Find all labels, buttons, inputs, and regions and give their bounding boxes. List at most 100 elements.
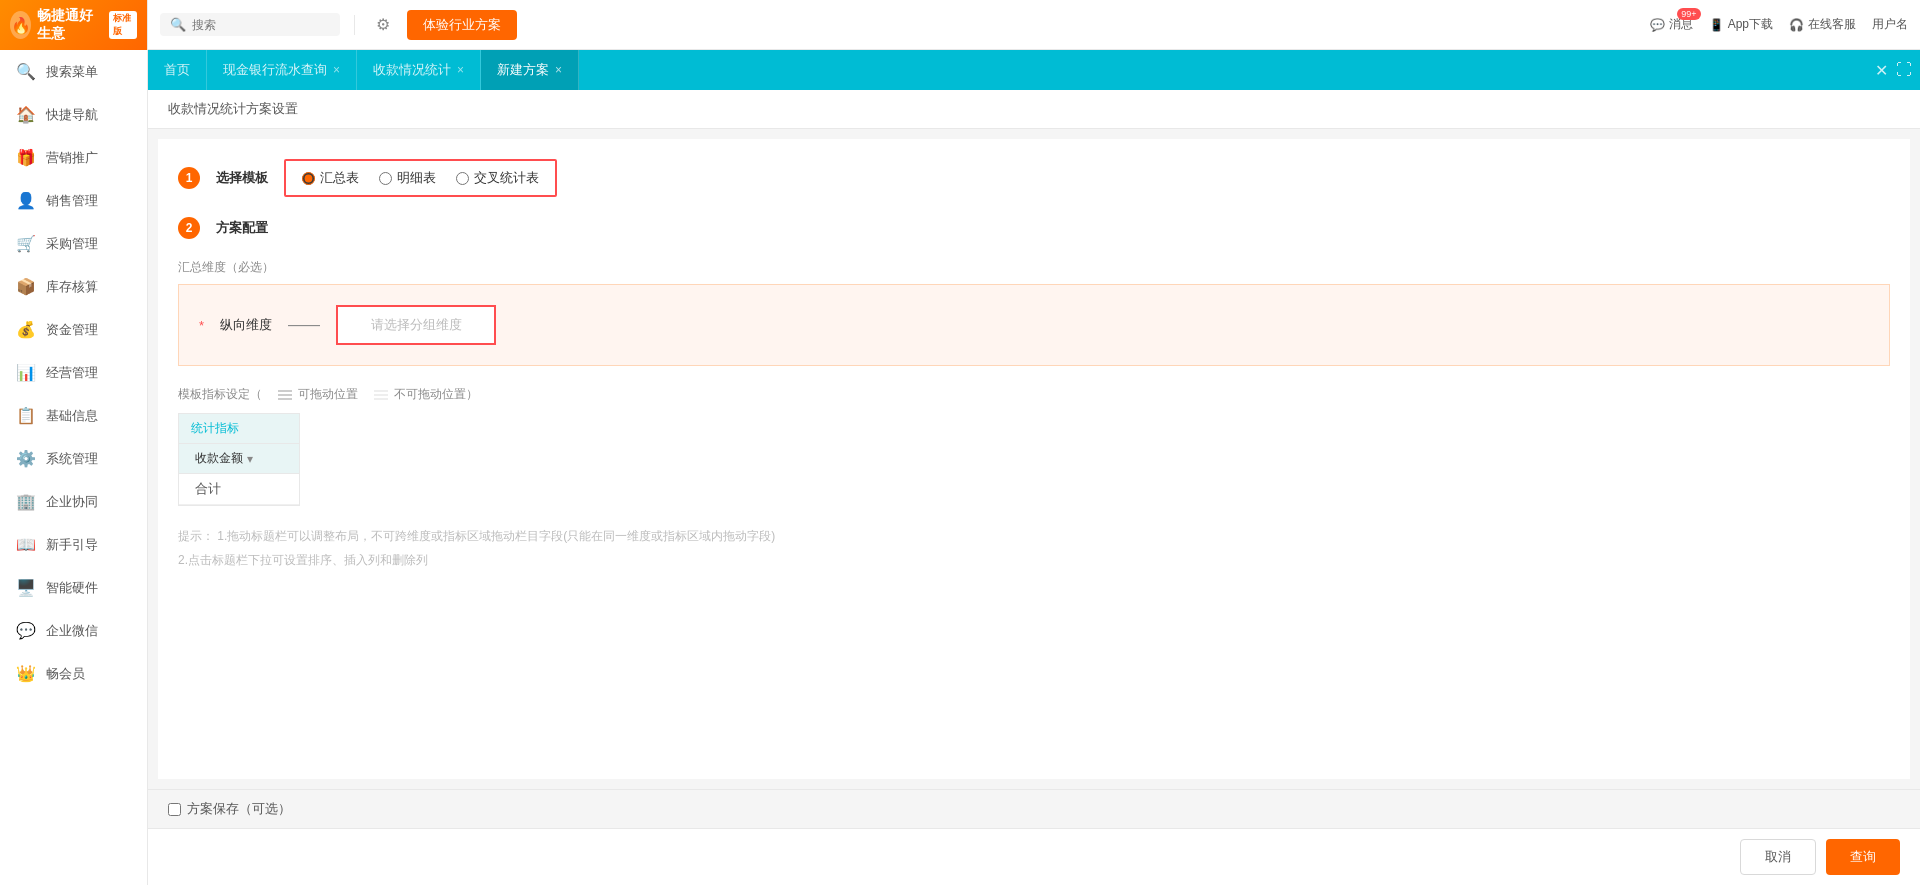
sidebar-item-finance[interactable]: 💰资金管理 (0, 308, 147, 351)
cancel-button[interactable]: 取消 (1740, 839, 1816, 875)
draggable-label: 可拖动位置 (298, 386, 358, 403)
nav-icon-enterprise: 🏢 (16, 492, 36, 511)
divider-1 (354, 15, 355, 35)
download-label: App下载 (1728, 16, 1773, 33)
sidebar-label-marketing: 营销推广 (46, 149, 98, 167)
template-options: 汇总表 明细表 交叉统计表 (284, 159, 557, 197)
industry-btn[interactable]: 体验行业方案 (407, 10, 517, 40)
tabbar: 首页 现金银行流水查询 × 收款情况统计 × 新建方案 × ✕ ⛶ (148, 50, 1920, 90)
radio-summary[interactable]: 汇总表 (302, 169, 359, 187)
tabbar-actions: ✕ ⛶ (1867, 50, 1920, 90)
tab-new-plan-close[interactable]: × (555, 63, 562, 77)
sidebar-item-purchase[interactable]: 🛒采购管理 (0, 222, 147, 265)
sidebar-item-sales[interactable]: 👤销售管理 (0, 179, 147, 222)
nav-icon-system: ⚙️ (16, 449, 36, 468)
dim-select-box[interactable]: 请选择分组维度 (336, 305, 496, 345)
query-button[interactable]: 查询 (1826, 839, 1900, 875)
sidebar-nav: 🔍搜索菜单🏠快捷导航 🎁 营销推广 👤销售管理🛒采购管理📦库存核算💰资金管理 📊 经营管理… (0, 50, 147, 885)
radio-summary-label: 汇总表 (320, 169, 359, 187)
radio-detail-input[interactable] (379, 172, 392, 185)
close-window-btn[interactable]: ✕ (1875, 61, 1888, 80)
settings-button[interactable]: ⚙ (369, 11, 397, 39)
radio-cross-label: 交叉统计表 (474, 169, 539, 187)
radio-detail-label: 明细表 (397, 169, 436, 187)
sidebar-item-guide[interactable]: 📖新手引导 (0, 523, 147, 566)
expand-window-btn[interactable]: ⛶ (1896, 61, 1912, 79)
search-icon: 🔍 (170, 17, 186, 32)
sidebar-label-enterprise: 企业协同 (46, 493, 98, 511)
sidebar-label-search: 搜索菜单 (46, 63, 98, 81)
tab-receivable-label: 收款情况统计 (373, 61, 451, 79)
support-item[interactable]: 🎧 在线客服 (1789, 16, 1856, 33)
sidebar-item-operation[interactable]: 📊 经营管理 (0, 351, 147, 394)
edition-badge: 标准版 (109, 11, 137, 39)
non-draggable-label: 不可拖动位置） (394, 386, 478, 403)
nav-icon-purchase: 🛒 (16, 234, 36, 253)
step1-badge: 1 (178, 167, 200, 189)
sidebar-label-guide: 新手引导 (46, 536, 98, 554)
user-name: 用户名 (1872, 16, 1908, 33)
tab-new-plan[interactable]: 新建方案 × (481, 50, 579, 90)
nav-icon-hardware: 🖥️ (16, 578, 36, 597)
metrics-col-amount[interactable]: 收款金额 ▾ (179, 444, 299, 473)
sidebar-label-operation: 经营管理 (46, 364, 98, 382)
nav-icon-sales: 👤 (16, 191, 36, 210)
notification-item[interactable]: 💬 消息 99+ (1650, 16, 1693, 33)
search-box[interactable]: 🔍 (160, 13, 340, 36)
sidebar-item-hardware[interactable]: 🖥️ 智能硬件 (0, 566, 147, 609)
sidebar-label-basic: 基础信息 (46, 407, 98, 425)
radio-cross-input[interactable] (456, 172, 469, 185)
sidebar-item-enterprise[interactable]: 🏢 企业协同 (0, 480, 147, 523)
col-dropdown-icon[interactable]: ▾ (247, 452, 253, 466)
tab-home-label: 首页 (164, 61, 190, 79)
action-bar: 取消 查询 (148, 828, 1920, 885)
vertical-dim-label: 纵向维度 (220, 316, 272, 334)
download-item[interactable]: 📱 App下载 (1709, 16, 1773, 33)
save-checkbox-input[interactable] (168, 803, 181, 816)
sidebar-item-system[interactable]: ⚙️系统管理 (0, 437, 147, 480)
tab-cashflow-label: 现金银行流水查询 (223, 61, 327, 79)
sidebar-label-member: 畅会员 (46, 665, 85, 683)
sidebar: 🔥 畅捷通好生意 标准版 🔍搜索菜单🏠快捷导航 🎁 营销推广 👤销售管理🛒采购管理📦库… (0, 0, 148, 885)
radio-detail[interactable]: 明细表 (379, 169, 436, 187)
sidebar-header: 🔥 畅捷通好生意 标准版 (0, 0, 147, 50)
nav-icon-operation: 📊 (16, 363, 36, 382)
radio-summary-input[interactable] (302, 172, 315, 185)
metrics-col-amount-label: 收款金额 (195, 450, 243, 467)
radio-cross[interactable]: 交叉统计表 (456, 169, 539, 187)
dim-row: * 纵向维度 —— 请选择分组维度 (199, 305, 496, 345)
sidebar-label-wechat: 企业微信 (46, 622, 98, 640)
download-icon: 📱 (1709, 18, 1724, 32)
sidebar-item-member[interactable]: 👑畅会员 (0, 652, 147, 695)
sidebar-item-quicknav[interactable]: 🏠快捷导航 (0, 93, 147, 136)
sidebar-label-hardware: 智能硬件 (46, 579, 98, 597)
search-input[interactable] (192, 18, 322, 32)
tab-home[interactable]: 首页 (148, 50, 207, 90)
user-item[interactable]: 用户名 (1872, 16, 1908, 33)
sidebar-label-finance: 资金管理 (46, 321, 98, 339)
tab-receivable-close[interactable]: × (457, 63, 464, 77)
logo-text: 畅捷通好生意 (37, 7, 100, 43)
form-section: 1 选择模板 汇总表 明细表 交叉统计表 (158, 139, 1910, 779)
tab-receivable[interactable]: 收款情况统计 × (357, 50, 481, 90)
tab-cashflow-close[interactable]: × (333, 63, 340, 77)
nav-icon-wechat: 💬 (16, 621, 36, 640)
nav-icon-quicknav: 🏠 (16, 105, 36, 124)
tab-cashflow[interactable]: 现金银行流水查询 × (207, 50, 357, 90)
sidebar-item-marketing[interactable]: 🎁 营销推广 (0, 136, 147, 179)
save-checkbox-label[interactable]: 方案保存（可选） (168, 800, 291, 818)
metrics-table: 统计指标 收款金额 ▾ 合计 (178, 413, 300, 506)
draggable-indicator: 可拖动位置 (278, 386, 358, 403)
sidebar-label-inventory: 库存核算 (46, 278, 98, 296)
nav-icon-marketing: 🎁 (16, 148, 36, 167)
nav-icon-basic: 📋 (16, 406, 36, 425)
page-footer: 方案保存（可选） (148, 789, 1920, 828)
tab-new-plan-label: 新建方案 (497, 61, 549, 79)
sidebar-item-basic[interactable]: 📋 基础信息 (0, 394, 147, 437)
sidebar-item-wechat[interactable]: 💬 企业微信 (0, 609, 147, 652)
sidebar-item-inventory[interactable]: 📦库存核算 (0, 265, 147, 308)
sidebar-item-search[interactable]: 🔍搜索菜单 (0, 50, 147, 93)
topbar-right: 💬 消息 99+ 📱 App下载 🎧 在线客服 用户名 (1650, 16, 1908, 33)
step2-label: 方案配置 (216, 219, 268, 237)
notification-badge: 99+ (1677, 8, 1700, 20)
